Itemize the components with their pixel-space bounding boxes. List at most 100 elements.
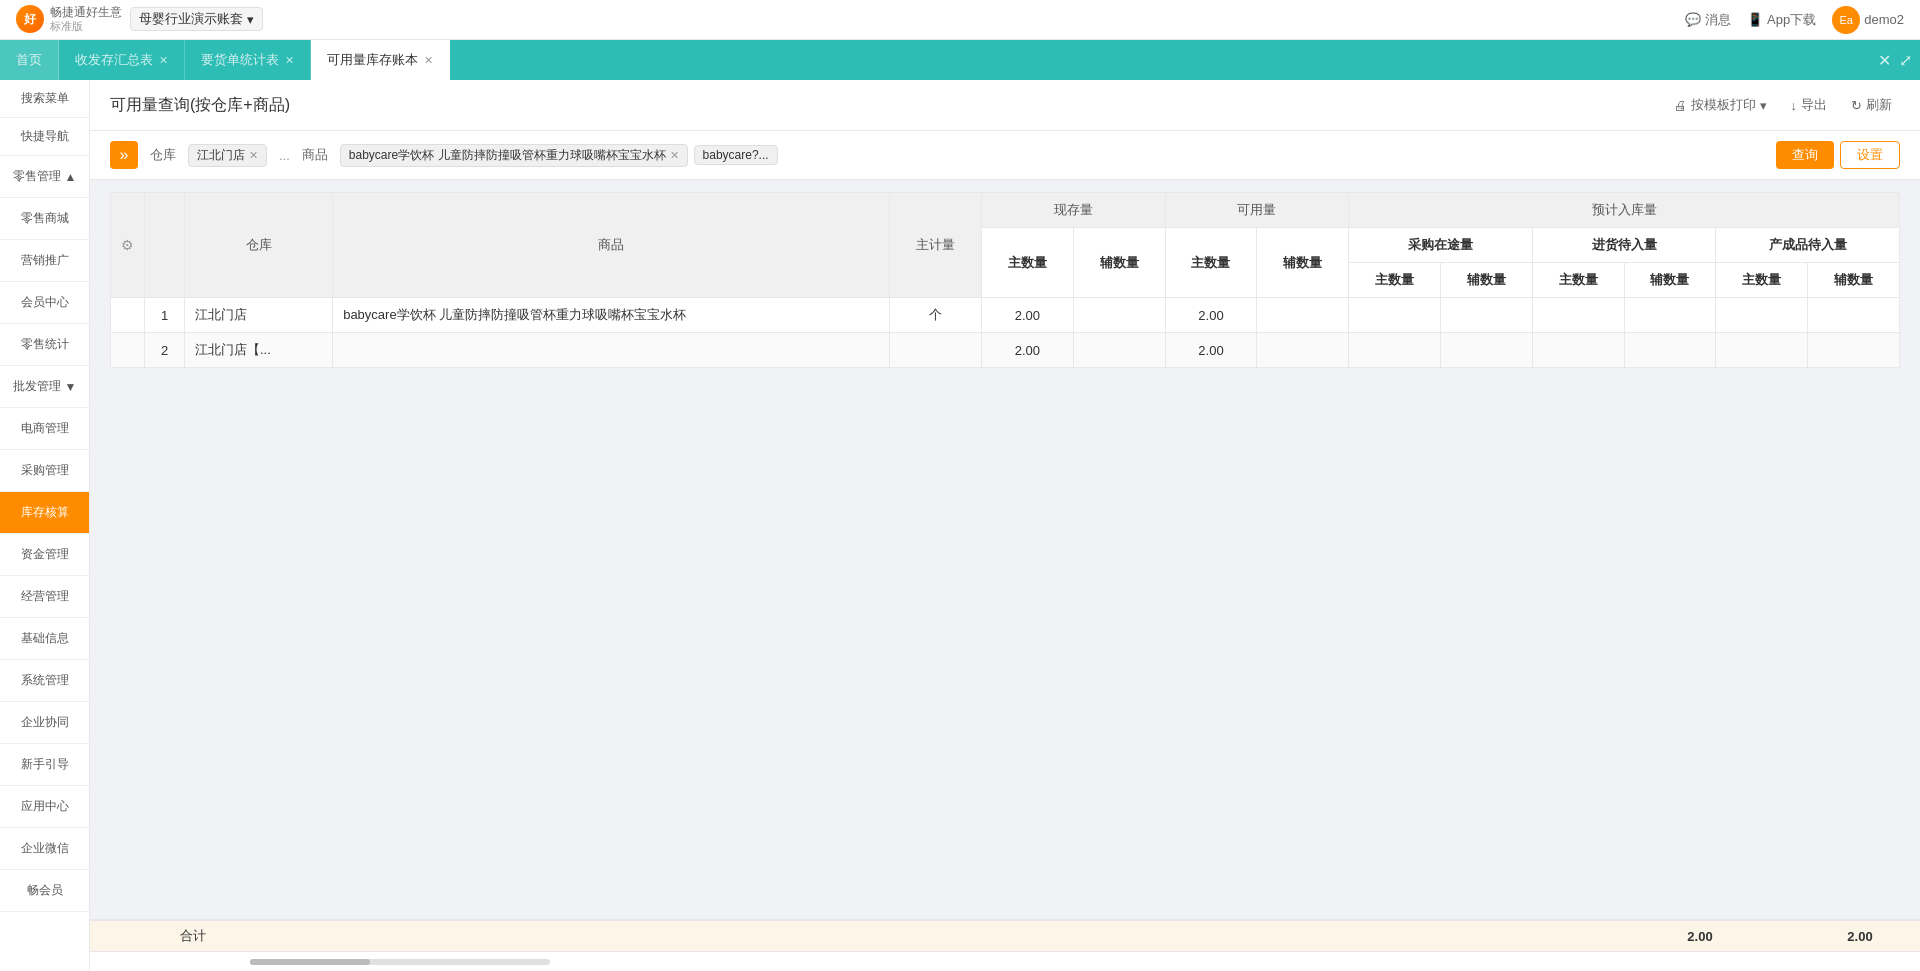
gear-icon[interactable]: ⚙ [121,237,134,253]
sidebar-item-retail-mall[interactable]: 零售商城 [0,198,89,240]
td-seq-1: 1 [145,298,185,333]
refresh-button[interactable]: ↻ 刷新 [1843,92,1900,118]
export-icon: ↓ [1791,98,1798,113]
th-incoming-sub-group: 进货待入量 [1532,228,1716,263]
chevron-down-print-icon: ▾ [1760,98,1767,113]
td-avail-aux-1 [1257,298,1349,333]
setting-button[interactable]: 设置 [1840,141,1900,169]
th-setting[interactable]: ⚙ [111,193,145,298]
sidebar-item-ecommerce[interactable]: 电商管理 [0,408,89,450]
sidebar-item-inventory-check[interactable]: 库存核算 [0,492,89,534]
filter-toggle-button[interactable]: » [110,141,138,169]
logo-text-area: 畅捷通好生意 标准版 [50,5,122,34]
query-button[interactable]: 查询 [1776,141,1834,169]
td-production-main-2 [1716,333,1808,368]
tab-inventory[interactable]: 可用量库存账本 ✕ [311,40,450,80]
sidebar-item-marketing[interactable]: 营销推广 [0,240,89,282]
tab-order[interactable]: 要货单统计表 ✕ [185,40,311,80]
sidebar-item-finance[interactable]: 资金管理 [0,534,89,576]
th-incoming-aux: 辅数量 [1624,263,1716,298]
td-warehouse-1: 江北门店 [185,298,333,333]
th-incoming-group: 预计入库量 [1349,193,1900,228]
tab-order-close[interactable]: ✕ [285,54,294,67]
expand-icon[interactable]: ⤢ [1899,51,1912,70]
td-setting-1 [111,298,145,333]
message-button[interactable]: 💬 消息 [1685,11,1731,29]
print-button[interactable]: 🖨 按模板打印 ▾ [1666,92,1775,118]
page-title: 可用量查询(按仓库+商品) [110,95,290,116]
warehouse-tag-1-remove[interactable]: ✕ [249,149,258,162]
close-window-icon[interactable]: ✕ [1878,51,1891,70]
app-download-button[interactable]: 📱 App下载 [1747,11,1816,29]
sidebar-item-operations[interactable]: 经营管理 [0,576,89,618]
td-product-1: babycare学饮杯 儿童防摔防撞吸管杯重力球吸嘴杯宝宝水杯 [333,298,890,333]
tab-receipt[interactable]: 收发存汇总表 ✕ [59,40,185,80]
td-stock-main-2: 2.00 [982,333,1074,368]
th-stock-main: 主数量 [982,228,1074,298]
sidebar-item-new-guide[interactable]: 新手引导 [0,744,89,786]
sidebar-item-retail-stats[interactable]: 零售统计 [0,324,89,366]
table-footer: 合计 2.00 2.00 [90,919,1920,951]
product-filter-label: 商品 [302,146,328,164]
tab-inventory-close[interactable]: ✕ [424,54,433,67]
sidebar-item-enterprise[interactable]: 企业协同 [0,702,89,744]
product-tag-2[interactable]: babycare?... [694,145,778,165]
warehouse-tag-1[interactable]: 江北门店 ✕ [188,144,267,167]
tab-bar: 首页 收发存汇总表 ✕ 要货单统计表 ✕ 可用量库存账本 ✕ ✕ ⤢ [0,40,1920,80]
logo-area: 好 畅捷通好生意 标准版 [16,5,122,34]
tab-home[interactable]: 首页 [0,40,59,80]
td-purchase-main-1 [1349,298,1441,333]
th-warehouse: 仓库 [185,193,333,298]
filter-actions: 查询 设置 [1776,141,1900,169]
chevron-right-icon: » [120,146,129,164]
sidebar-search-menu[interactable]: 搜索菜单 [0,80,89,118]
export-button[interactable]: ↓ 导出 [1783,92,1836,118]
top-bar-left: 好 畅捷通好生意 标准版 母婴行业演示账套 ▾ [16,5,263,34]
sidebar-item-purchase[interactable]: 采购管理 [0,450,89,492]
th-unit: 主计量 [890,193,982,298]
th-incoming-main: 主数量 [1532,263,1624,298]
sidebar-item-retail-mgmt-label: 零售管理 [13,168,61,185]
sidebar: 搜索菜单 快捷导航 零售管理 ▲ 零售商城 营销推广 会员中心 零售统计 批发管… [0,80,90,971]
td-production-aux-2 [1808,333,1900,368]
th-stock-aux: 辅数量 [1073,228,1165,298]
sidebar-item-member2[interactable]: 畅会员 [0,870,89,912]
scroll-track[interactable] [250,959,550,965]
warehouse-more-indicator[interactable]: ... [279,148,290,163]
sidebar-item-app-center[interactable]: 应用中心 [0,786,89,828]
product-tag-1-remove[interactable]: ✕ [670,149,679,162]
user-area[interactable]: Ea demo2 [1832,6,1904,34]
td-incoming-aux-2 [1624,333,1716,368]
sidebar-item-wholesale-mgmt[interactable]: 批发管理 ▼ [0,366,89,408]
th-purchase-main: 主数量 [1349,263,1441,298]
tab-bar-controls: ✕ ⤢ [1878,40,1920,80]
tab-receipt-close[interactable]: ✕ [159,54,168,67]
refresh-icon: ↻ [1851,98,1862,113]
sidebar-item-member[interactable]: 会员中心 [0,282,89,324]
main-layout: 搜索菜单 快捷导航 零售管理 ▲ 零售商城 营销推广 会员中心 零售统计 批发管… [0,80,1920,971]
bottom-scrollbar[interactable] [90,951,1920,971]
sidebar-item-retail-mgmt[interactable]: 零售管理 ▲ [0,156,89,198]
sidebar-item-basic-info[interactable]: 基础信息 [0,618,89,660]
arrow-up-icon: ▲ [65,170,77,184]
print-icon: 🖨 [1674,98,1687,113]
footer-available-main: 2.00 [1820,929,1900,944]
table-container[interactable]: ⚙ 仓库 商品 主计量 现存量 可用量 预计入库量 主数量 辅数量 主数量 [90,180,1920,919]
logo-text: 畅捷通好生意 [50,5,122,19]
scroll-thumb[interactable] [250,959,370,965]
product-tag-1[interactable]: babycare学饮杯 儿童防摔防撞吸管杯重力球吸嘴杯宝宝水杯 ✕ [340,144,688,167]
logo-sub: 标准版 [50,19,122,34]
chevron-down-icon: ▾ [247,12,254,27]
filter-row: 仓库 江北门店 ✕ ... 商品 babycare学饮杯 儿童防摔防撞吸管杯重力… [150,144,1764,167]
user-name: demo2 [1864,12,1904,27]
industry-selector[interactable]: 母婴行业演示账套 ▾ [130,7,263,31]
td-purchase-aux-2 [1440,333,1532,368]
th-purchase-aux: 辅数量 [1440,263,1532,298]
sidebar-quick-nav[interactable]: 快捷导航 [0,118,89,156]
th-available-group: 可用量 [1165,193,1349,228]
industry-label: 母婴行业演示账套 [139,10,243,28]
th-production-main: 主数量 [1716,263,1808,298]
sidebar-item-system[interactable]: 系统管理 [0,660,89,702]
td-stock-main-1: 2.00 [982,298,1074,333]
sidebar-item-wechat[interactable]: 企业微信 [0,828,89,870]
